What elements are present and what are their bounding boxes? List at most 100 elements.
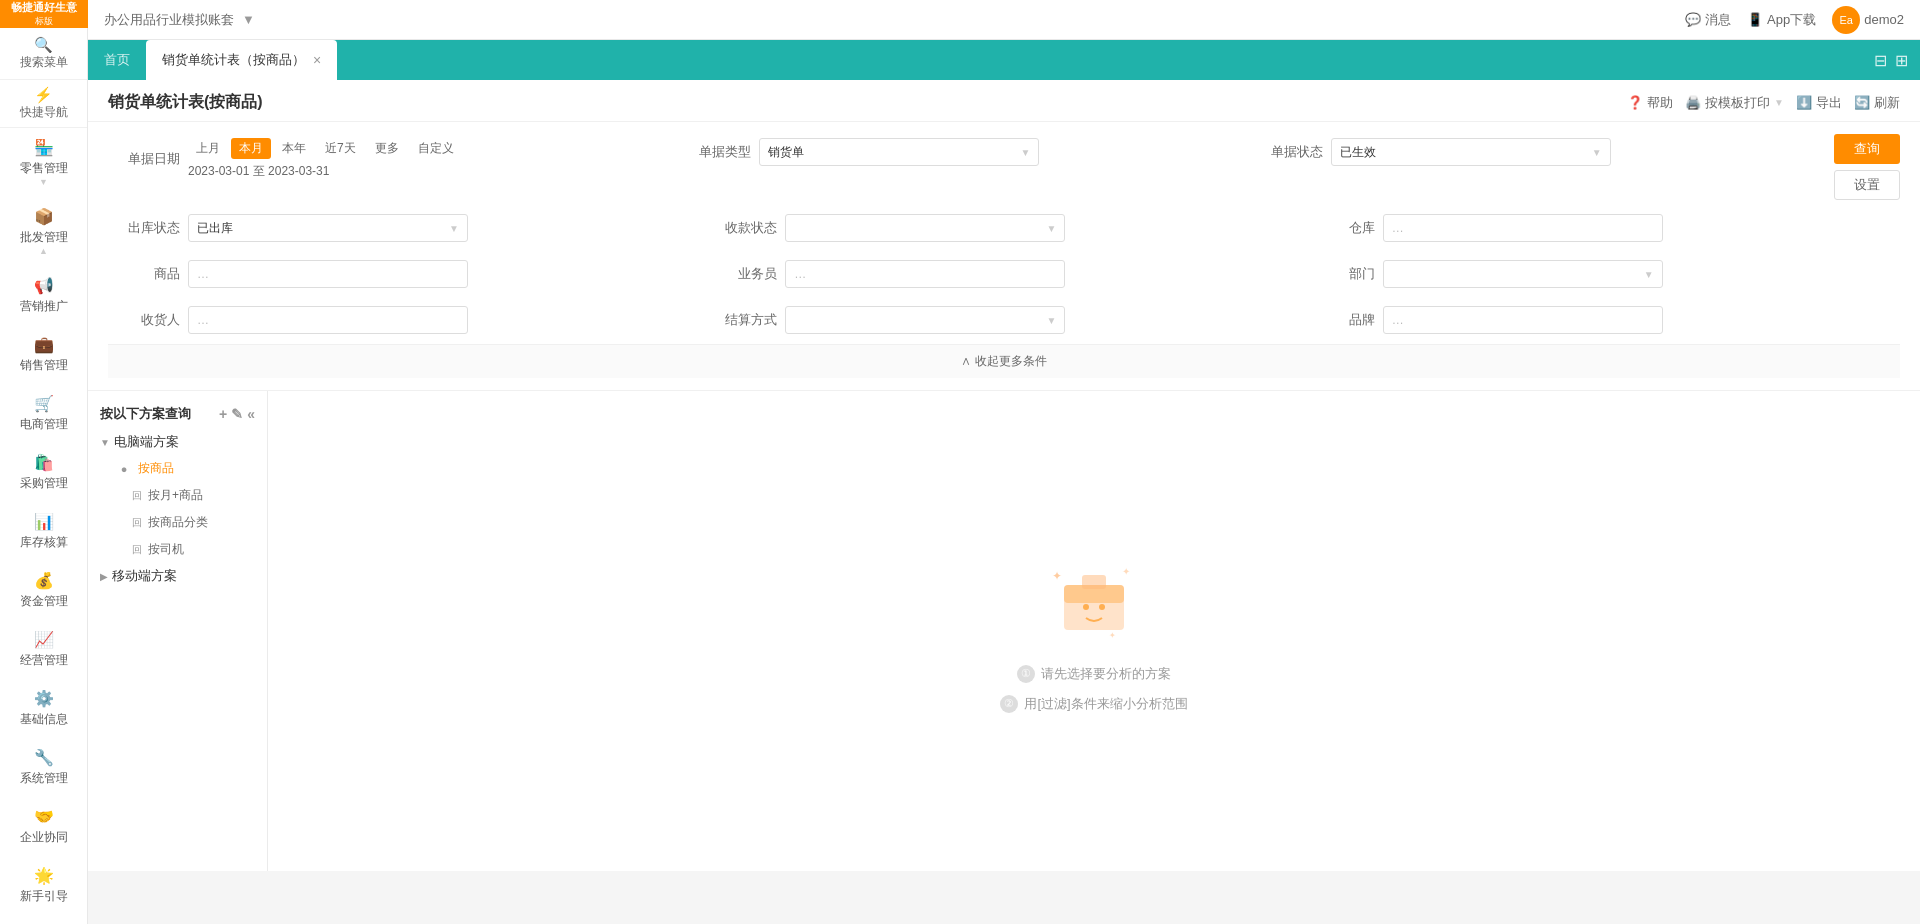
svg-point-4	[1099, 604, 1105, 610]
tab-home[interactable]: 首页	[88, 40, 146, 80]
dept-dropdown-icon: ▼	[1644, 269, 1654, 280]
sidebar-item-apps[interactable]: 📱 应用中心	[0, 915, 87, 924]
date-tab-cur-year[interactable]: 本年	[274, 138, 314, 159]
sidebar-item-wholesale[interactable]: 📦 批发管理 ▲	[0, 197, 87, 266]
filter-date-cell: 单据日期 上月 本月 本年 近7天 更多 自定义 2023-03-01 至 20…	[108, 134, 679, 184]
mobile-scheme-title[interactable]: ▶ 移动端方案	[88, 563, 267, 589]
warehouse-label: 仓库	[1303, 219, 1383, 237]
app-download-btn[interactable]: 📱 App下载	[1747, 11, 1816, 29]
scheme-icon-category: 回	[132, 516, 142, 530]
refresh-btn[interactable]: 🔄 刷新	[1854, 94, 1900, 112]
svg-rect-2	[1082, 575, 1106, 589]
date-tab-more[interactable]: 更多	[367, 138, 407, 159]
sidebar-search[interactable]: 🔍 搜索菜单	[0, 28, 87, 80]
tab-active-label: 销货单统计表（按商品）	[162, 51, 305, 69]
tab-close-icon[interactable]: ×	[313, 53, 321, 67]
sidebar-item-enterprise[interactable]: 🤝 企业协同	[0, 797, 87, 856]
add-scheme-icon[interactable]: +	[219, 406, 227, 422]
status-dropdown-icon: ▼	[1592, 147, 1602, 158]
sidebar-item-finance[interactable]: 💰 资金管理	[0, 561, 87, 620]
status-select[interactable]: 已生效 ▼	[1331, 138, 1611, 166]
scheme-item-by-goods[interactable]: ● 按商品	[88, 455, 267, 482]
brand-input[interactable]: …	[1383, 306, 1663, 334]
filter-goods-cell: 商品 …	[108, 256, 705, 292]
edit-scheme-icon[interactable]: ✎	[231, 406, 243, 422]
finance-icon: 💰	[34, 571, 54, 590]
query-button[interactable]: 查询	[1834, 134, 1900, 164]
scheme-icon-machine: 回	[132, 543, 142, 557]
goods-input[interactable]: …	[188, 260, 468, 288]
print-label: 按模板打印	[1705, 94, 1770, 112]
sidebar-item-marketing[interactable]: 📢 营销推广	[0, 266, 87, 325]
left-panel-title: 按以下方案查询	[100, 405, 191, 423]
export-btn[interactable]: ⬇️ 导出	[1796, 94, 1842, 112]
payment-input[interactable]: ▼	[785, 306, 1065, 334]
help-btn[interactable]: ❓ 帮助	[1627, 94, 1673, 112]
step1-num: ①	[1017, 665, 1035, 683]
sidebar-item-operations[interactable]: 📈 经营管理	[0, 620, 87, 679]
tab-minimize-icon[interactable]: ⊟	[1874, 51, 1887, 70]
sidebar-item-sales[interactable]: 💼 销售管理	[0, 325, 87, 384]
sidebar-enterprise-label: 企业协同	[20, 829, 68, 846]
date-tab-7days[interactable]: 近7天	[317, 138, 364, 159]
message-icon: 💬	[1685, 12, 1701, 27]
content-area: 销货单统计表(按商品) ❓ 帮助 🖨️ 按模板打印 ▼ ⬇️ 导出	[88, 80, 1920, 924]
pc-scheme-title[interactable]: ▼ 电脑端方案	[88, 429, 267, 455]
type-value: 销货单	[768, 144, 804, 161]
tab-actions: ⊟ ⊞	[1874, 51, 1920, 70]
settings-button[interactable]: 设置	[1834, 170, 1900, 200]
sidebar-item-ecommerce[interactable]: 🛒 电商管理	[0, 384, 87, 443]
left-panel: 按以下方案查询 + ✎ « ▼ 电脑端方案	[88, 391, 268, 871]
print-btn[interactable]: 🖨️ 按模板打印 ▼	[1685, 94, 1784, 112]
empty-step-2: ② 用[过滤]条件来缩小分析范围	[1000, 695, 1187, 713]
sidebar-inventory-label: 库存核算	[20, 534, 68, 551]
sidebar-system-label: 系统管理	[20, 770, 68, 787]
pay-label: 收款状态	[705, 219, 785, 237]
topbar: 办公用品行业模拟账套 ▼ 💬 消息 📱 App下载 Ea demo2	[88, 0, 1920, 40]
sidebar-item-system[interactable]: 🔧 系统管理	[0, 738, 87, 797]
scheme-label-category: 按商品分类	[148, 514, 208, 531]
filter-receiver-cell: 收货人 …	[108, 302, 705, 338]
dept-input[interactable]: ▼	[1383, 260, 1663, 288]
out-select[interactable]: 已出库 ▼	[188, 214, 468, 242]
scheme-item-machine[interactable]: 回 按司机	[88, 536, 267, 563]
collapse-panel-icon[interactable]: «	[247, 406, 255, 422]
date-tab-prev-month[interactable]: 上月	[188, 138, 228, 159]
collapse-bar[interactable]: ∧ 收起更多条件	[108, 344, 1900, 378]
sidebar-quicknav-label: 快捷导航	[0, 104, 87, 121]
user-area[interactable]: Ea demo2	[1832, 6, 1904, 34]
export-label: 导出	[1816, 94, 1842, 112]
staff-label: 业务员	[705, 265, 785, 283]
purchase-icon: 🛍️	[34, 453, 54, 472]
scheme-item-category[interactable]: 回 按商品分类	[88, 509, 267, 536]
help-label: 帮助	[1647, 94, 1673, 112]
sidebar-retail-label: 零售管理	[20, 160, 68, 177]
pay-select[interactable]: ▼	[785, 214, 1065, 242]
sidebar-item-purchase[interactable]: 🛍️ 采购管理	[0, 443, 87, 502]
sidebar-item-inventory[interactable]: 📊 库存核算	[0, 502, 87, 561]
sidebar-item-basic[interactable]: ⚙️ 基础信息	[0, 679, 87, 738]
warehouse-input[interactable]: …	[1383, 214, 1663, 242]
sidebar-quick-nav[interactable]: ⚡ 快捷导航	[0, 80, 87, 128]
sidebar-item-retail[interactable]: 🏪 零售管理 ▼	[0, 128, 87, 197]
type-select[interactable]: 销货单 ▼	[759, 138, 1039, 166]
dropdown-arrow[interactable]: ▼	[242, 12, 255, 27]
collapse-label: ∧ 收起更多条件	[961, 354, 1046, 368]
date-tab-custom[interactable]: 自定义	[410, 138, 462, 159]
tab-home-label: 首页	[104, 51, 130, 69]
receiver-input[interactable]: …	[188, 306, 468, 334]
scheme-item-month-goods[interactable]: 回 按月+商品	[88, 482, 267, 509]
filter-type-cell: 单据类型 销货单 ▼	[679, 134, 1250, 170]
left-panel-header: 按以下方案查询 + ✎ «	[88, 399, 267, 429]
filter-staff-cell: 业务员 …	[705, 256, 1302, 292]
sidebar-item-newbie[interactable]: 🌟 新手引导	[0, 856, 87, 915]
messages-btn[interactable]: 💬 消息	[1685, 11, 1731, 29]
print-dropdown-icon[interactable]: ▼	[1774, 97, 1784, 108]
staff-placeholder: …	[794, 267, 806, 281]
tab-active[interactable]: 销货单统计表（按商品） ×	[146, 40, 337, 80]
staff-input[interactable]: …	[785, 260, 1065, 288]
tab-maximize-icon[interactable]: ⊞	[1895, 51, 1908, 70]
date-tab-cur-month[interactable]: 本月	[231, 138, 271, 159]
page-header: 销货单统计表(按商品) ❓ 帮助 🖨️ 按模板打印 ▼ ⬇️ 导出	[88, 80, 1920, 122]
avatar: Ea	[1832, 6, 1860, 34]
